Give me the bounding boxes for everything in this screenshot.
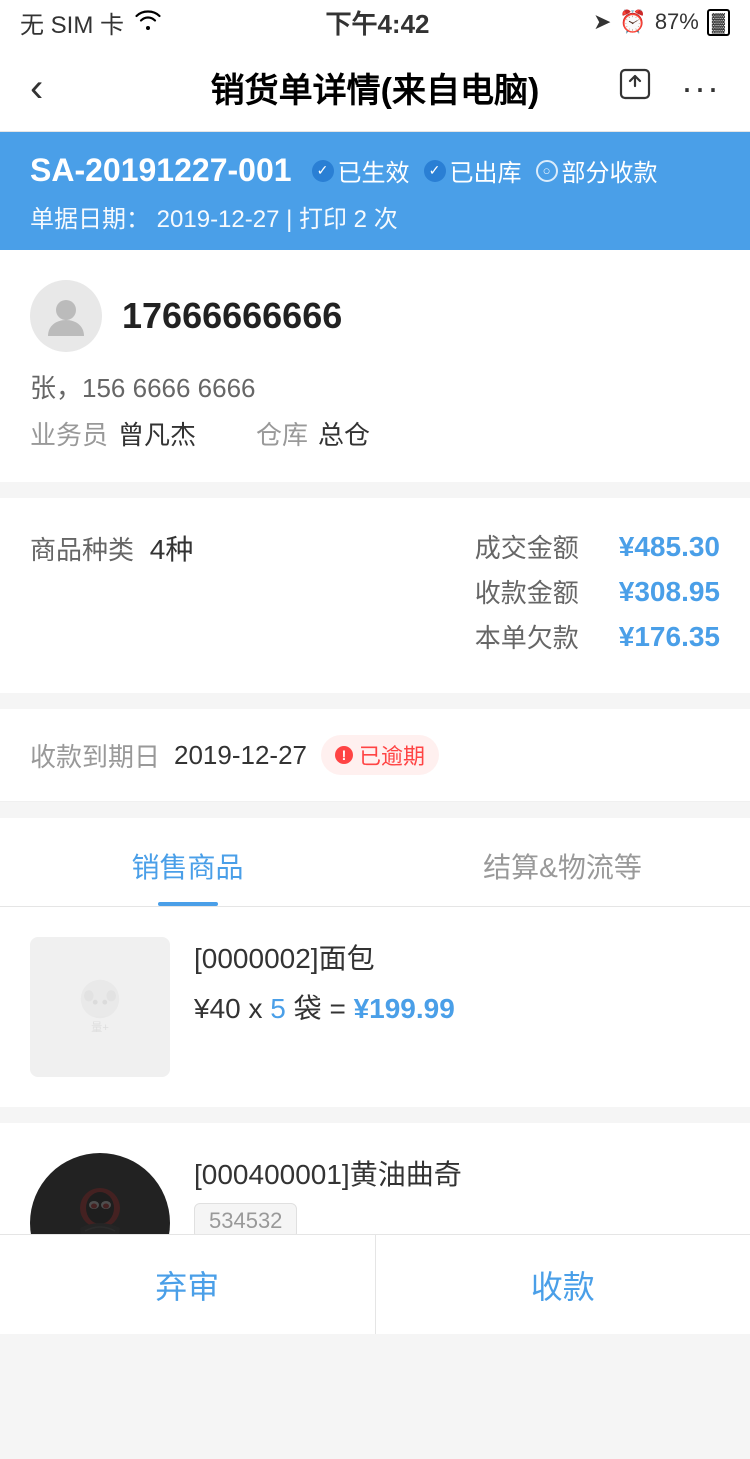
due-date: 2019-12-27: [174, 740, 307, 771]
page-title: 销货单详情(来自电脑): [211, 63, 540, 112]
signal-text: 无 SIM 卡: [20, 5, 124, 40]
product-list: 量+ [0000002]面包 ¥40 x 5 袋 = ¥199.99: [0, 907, 750, 1459]
due-label: 收款到期日: [30, 737, 160, 774]
product-name-2: [000400001]黄油曲奇: [194, 1153, 720, 1193]
summary-category: 商品种类 4种: [30, 528, 193, 568]
collected-amount: ¥308.95: [619, 576, 720, 608]
clock-icon: ○: [536, 160, 558, 182]
sales-person: 曾凡杰: [118, 415, 196, 452]
summary-amounts: 成交金额 ¥485.30 收款金额 ¥308.95 本单欠款 ¥176.35: [475, 528, 720, 663]
customer-avatar: [30, 280, 102, 352]
overdue-text: 已逾期: [359, 739, 425, 771]
customer-section: 17666666666 张，156 6666 6666 业务员 曾凡杰 仓库 总…: [0, 250, 750, 482]
more-icon[interactable]: ···: [681, 67, 720, 109]
svg-text:量+: 量+: [91, 1021, 109, 1034]
product-total-1: ¥199.99: [354, 993, 455, 1024]
product-info-1: [0000002]面包 ¥40 x 5 袋 = ¥199.99: [194, 937, 720, 1027]
deal-amount-row: 成交金额 ¥485.30: [475, 528, 720, 565]
alarm-icon: ⏰: [619, 9, 646, 35]
collect-button[interactable]: 收款: [376, 1235, 750, 1334]
wifi-icon: [134, 8, 162, 37]
product-price-1: ¥40 x 5 袋 = ¥199.99: [194, 987, 720, 1027]
badge-shipped: ✓ 已出库: [424, 153, 522, 188]
check-icon-2: ✓: [424, 160, 446, 182]
banner-badges: ✓ 已生效 ✓ 已出库 ○ 部分收款: [312, 153, 658, 188]
overdue-badge: ! 已逾期: [321, 735, 439, 775]
order-id: SA-20191227-001: [30, 152, 292, 189]
banner-date-row: 单据日期： 2019-12-27 | 打印 2 次: [30, 199, 720, 234]
product-image-1: 量+: [30, 937, 170, 1077]
sales-label: 业务员: [30, 415, 108, 452]
battery-text: 87%: [655, 9, 699, 35]
overdue-icon: !: [335, 746, 353, 764]
status-bar: 无 SIM 卡 下午4:42 ➤ ⏰ 87% ▓: [0, 0, 750, 44]
customer-name: 张，156 6666 6666: [30, 368, 720, 405]
product-qty-1: 5: [270, 993, 286, 1024]
customer-row: 17666666666: [30, 280, 720, 352]
debt-amount: ¥176.35: [619, 621, 720, 653]
nav-bar: ‹ 销货单详情(来自电脑) ···: [0, 44, 750, 132]
tab-settlement[interactable]: 结算&物流等: [375, 818, 750, 906]
check-icon: ✓: [312, 160, 334, 182]
sales-meta: 业务员 曾凡杰: [30, 415, 196, 452]
tabs-section: 销售商品 结算&物流等: [0, 818, 750, 906]
status-right: ➤ ⏰ 87% ▓: [593, 9, 730, 36]
status-time: 下午4:42: [325, 4, 429, 41]
tab-products[interactable]: 销售商品: [0, 818, 375, 906]
warehouse-value: 总仓: [318, 415, 370, 452]
share-icon[interactable]: [619, 68, 651, 108]
warehouse-label: 仓库: [256, 415, 308, 452]
product-card-1: 量+ [0000002]面包 ¥40 x 5 袋 = ¥199.99: [0, 907, 750, 1107]
due-date-section: 收款到期日 2019-12-27 ! 已逾期: [0, 709, 750, 802]
debt-row: 本单欠款 ¥176.35: [475, 618, 720, 655]
customer-phone: 17666666666: [122, 295, 342, 337]
header-banner: SA-20191227-001 ✓ 已生效 ✓ 已出库 ○ 部分收款 单据日期：…: [0, 132, 750, 250]
collected-row: 收款金额 ¥308.95: [475, 573, 720, 610]
discard-button[interactable]: 弃审: [0, 1235, 376, 1334]
badge-effective: ✓ 已生效: [312, 153, 410, 188]
warehouse-meta: 仓库 总仓: [256, 415, 370, 452]
back-button[interactable]: ‹: [30, 68, 43, 108]
customer-meta: 业务员 曾凡杰 仓库 总仓: [30, 415, 720, 452]
deal-amount: ¥485.30: [619, 531, 720, 563]
banner-row1: SA-20191227-001 ✓ 已生效 ✓ 已出库 ○ 部分收款: [30, 152, 720, 189]
battery-icon: ▓: [707, 9, 730, 36]
status-left: 无 SIM 卡: [20, 5, 162, 40]
bottom-bar: 弃审 收款: [0, 1234, 750, 1334]
summary-section: 商品种类 4种 成交金额 ¥485.30 收款金额 ¥308.95 本单欠款 ¥…: [0, 498, 750, 693]
badge-partial: ○ 部分收款: [536, 153, 658, 188]
location-icon: ➤: [593, 9, 611, 35]
nav-actions: ···: [619, 67, 720, 109]
product-name-1: [0000002]面包: [194, 937, 720, 977]
